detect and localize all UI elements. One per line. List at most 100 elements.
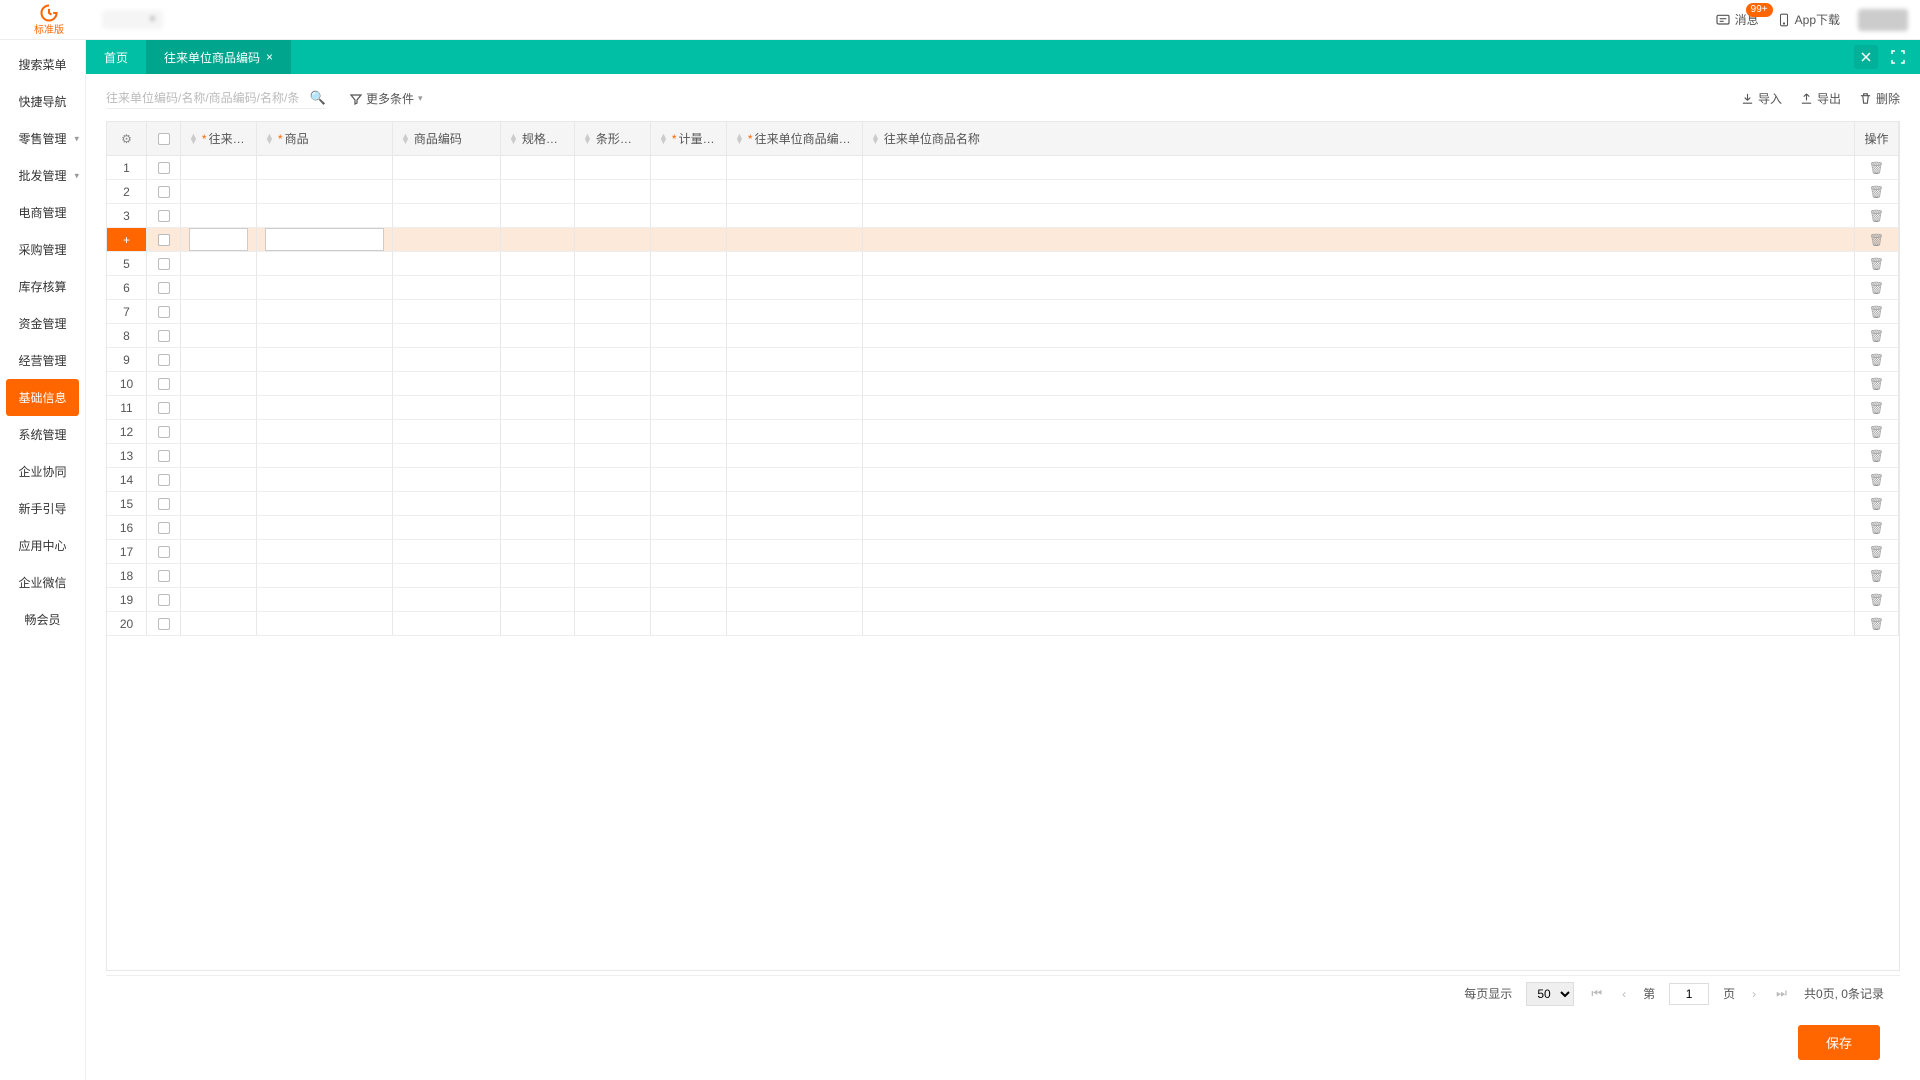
cell-spec[interactable] — [501, 468, 575, 491]
cell-measure[interactable] — [651, 324, 727, 347]
cell-unit[interactable] — [181, 372, 257, 395]
cell-measure[interactable] — [651, 516, 727, 539]
cell-product[interactable] — [257, 588, 393, 611]
table-row[interactable]: 5🗑 — [107, 252, 1899, 276]
cell-product[interactable] — [257, 180, 393, 203]
trash-icon[interactable]: 🗑 — [1869, 401, 1884, 415]
th-checkbox[interactable] — [147, 122, 181, 155]
trash-icon[interactable]: 🗑 — [1869, 569, 1884, 583]
sidebar-item-5[interactable]: 采购管理 — [0, 231, 85, 268]
sidebar-item-15[interactable]: 畅会员 — [0, 601, 85, 638]
cell-code[interactable] — [393, 252, 501, 275]
cell-code[interactable] — [393, 372, 501, 395]
sidebar-item-3[interactable]: 批发管理▾ — [0, 157, 85, 194]
row-checkbox[interactable] — [158, 306, 170, 318]
cell-uname[interactable] — [863, 348, 1855, 371]
cell-uname[interactable] — [863, 372, 1855, 395]
cell-product[interactable] — [257, 540, 393, 563]
row-checkbox[interactable] — [158, 546, 170, 558]
avatar[interactable] — [1858, 9, 1908, 31]
next-page-button[interactable]: › — [1749, 987, 1759, 1001]
cell-ucode[interactable] — [727, 252, 863, 275]
cell-spec[interactable] — [501, 180, 575, 203]
cell-barcode[interactable] — [575, 540, 651, 563]
trash-icon[interactable]: 🗑 — [1869, 473, 1884, 487]
sidebar-item-9[interactable]: 基础信息 — [6, 379, 79, 416]
cell-code[interactable] — [393, 444, 501, 467]
cell-measure[interactable] — [651, 396, 727, 419]
cell-code[interactable] — [393, 276, 501, 299]
cell-measure[interactable] — [651, 228, 727, 251]
select-all-checkbox[interactable] — [158, 133, 170, 145]
cell-measure[interactable] — [651, 468, 727, 491]
trash-icon[interactable]: 🗑 — [1869, 233, 1884, 247]
cell-ucode[interactable] — [727, 396, 863, 419]
search-input[interactable] — [106, 91, 306, 105]
cell-barcode[interactable] — [575, 228, 651, 251]
cell-measure[interactable] — [651, 252, 727, 275]
cell-product[interactable] — [257, 444, 393, 467]
cell-barcode[interactable] — [575, 252, 651, 275]
row-checkbox[interactable] — [158, 210, 170, 222]
cell-spec[interactable] — [501, 252, 575, 275]
cell-input[interactable] — [265, 228, 384, 251]
cell-uname[interactable] — [863, 588, 1855, 611]
cell-uname[interactable] — [863, 180, 1855, 203]
cell-unit[interactable] — [181, 204, 257, 227]
cell-code[interactable] — [393, 588, 501, 611]
cell-unit[interactable] — [181, 180, 257, 203]
cell-uname[interactable] — [863, 300, 1855, 323]
cell-ucode[interactable] — [727, 228, 863, 251]
cell-product[interactable] — [257, 396, 393, 419]
table-row[interactable]: 6🗑 — [107, 276, 1899, 300]
org-selector[interactable]: ▾ — [102, 10, 163, 29]
cell-uname[interactable] — [863, 468, 1855, 491]
cell-product[interactable] — [257, 324, 393, 347]
table-row[interactable]: 10🗑 — [107, 372, 1899, 396]
cell-product[interactable] — [257, 612, 393, 635]
table-row[interactable]: 7🗑 — [107, 300, 1899, 324]
cell-ucode[interactable] — [727, 540, 863, 563]
cell-barcode[interactable] — [575, 276, 651, 299]
th-barcode[interactable]: ▲▼条形… — [575, 122, 651, 155]
cell-ucode[interactable] — [727, 468, 863, 491]
table-row[interactable]: 19🗑 — [107, 588, 1899, 612]
cell-unit[interactable] — [181, 276, 257, 299]
cell-unit[interactable] — [181, 444, 257, 467]
per-page-select[interactable]: 50 — [1526, 982, 1574, 1006]
cell-spec[interactable] — [501, 300, 575, 323]
cell-product[interactable] — [257, 252, 393, 275]
cell-unit[interactable] — [181, 324, 257, 347]
sidebar-item-11[interactable]: 企业协同 — [0, 453, 85, 490]
trash-icon[interactable]: 🗑 — [1869, 257, 1884, 271]
trash-icon[interactable]: 🗑 — [1869, 305, 1884, 319]
save-button[interactable]: 保存 — [1798, 1025, 1880, 1060]
cell-uname[interactable] — [863, 156, 1855, 179]
cell-ucode[interactable] — [727, 348, 863, 371]
sidebar-item-14[interactable]: 企业微信 — [0, 564, 85, 601]
cell-unit[interactable] — [181, 612, 257, 635]
cell-input[interactable] — [189, 228, 248, 251]
cell-measure[interactable] — [651, 612, 727, 635]
cell-uname[interactable] — [863, 324, 1855, 347]
cell-code[interactable] — [393, 180, 501, 203]
row-checkbox[interactable] — [158, 570, 170, 582]
trash-icon[interactable]: 🗑 — [1869, 449, 1884, 463]
table-row[interactable]: 14🗑 — [107, 468, 1899, 492]
cell-spec[interactable] — [501, 612, 575, 635]
cell-barcode[interactable] — [575, 372, 651, 395]
cell-unit[interactable] — [181, 540, 257, 563]
cell-measure[interactable] — [651, 300, 727, 323]
row-checkbox[interactable] — [158, 186, 170, 198]
cell-ucode[interactable] — [727, 564, 863, 587]
cell-spec[interactable] — [501, 324, 575, 347]
sidebar-item-6[interactable]: 库存核算 — [0, 268, 85, 305]
table-row[interactable]: 11🗑 — [107, 396, 1899, 420]
cell-product[interactable] — [257, 516, 393, 539]
cell-unit[interactable] — [181, 300, 257, 323]
page-input[interactable] — [1669, 983, 1709, 1005]
table-row[interactable]: 16🗑 — [107, 516, 1899, 540]
cell-product[interactable] — [257, 156, 393, 179]
cell-barcode[interactable] — [575, 588, 651, 611]
add-row-button[interactable]: + — [119, 232, 135, 248]
